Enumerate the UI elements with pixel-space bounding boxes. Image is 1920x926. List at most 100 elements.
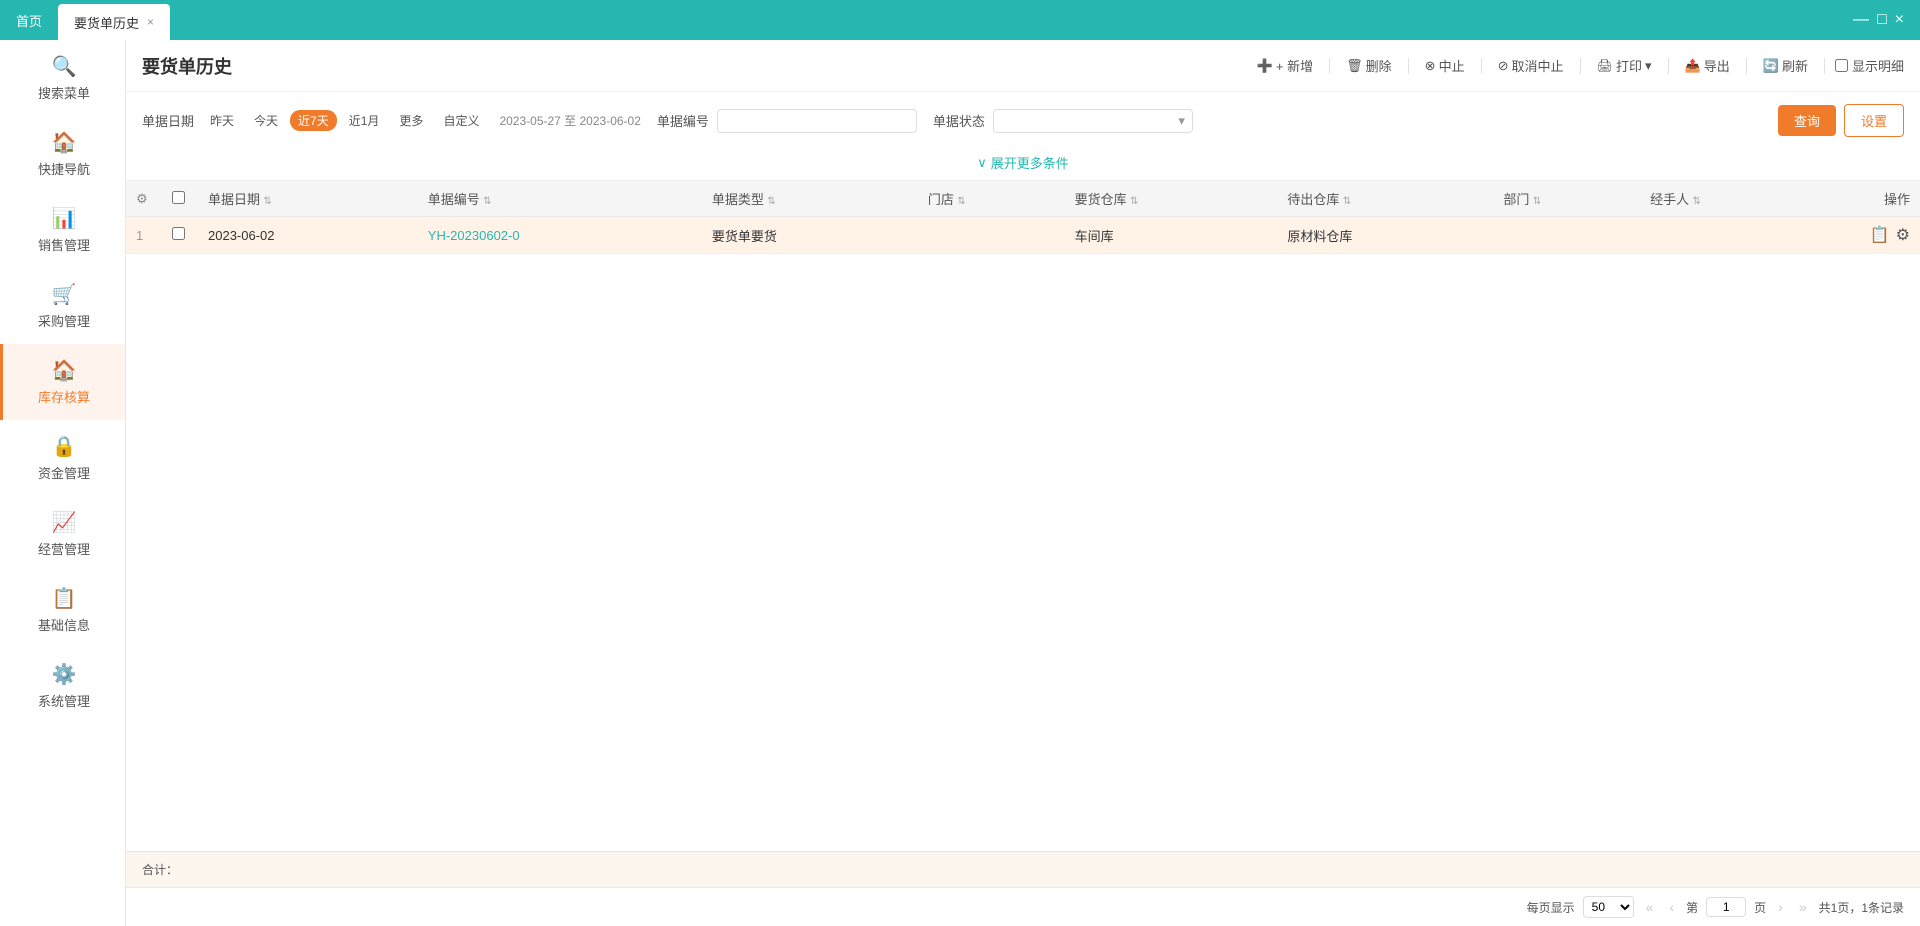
date-btn-1month[interactable]: 近1月: [341, 110, 388, 131]
doc-number-link[interactable]: YH-20230602-0: [428, 228, 520, 243]
page-title: 要货单历史: [142, 53, 232, 79]
first-page-button[interactable]: «: [1642, 897, 1658, 917]
prev-page-button[interactable]: ‹: [1665, 897, 1678, 917]
th-doc-date[interactable]: 单据日期 ⇅: [198, 181, 418, 217]
row-checkbox[interactable]: [172, 227, 185, 240]
query-button[interactable]: 查询: [1778, 105, 1836, 136]
expand-more[interactable]: ∨ 展开更多条件: [142, 147, 1904, 180]
table-body: 1 2023-06-02 YH-20230602-0 要货单要货: [126, 217, 1920, 254]
divider-6: [1746, 58, 1747, 74]
page-input[interactable]: [1706, 897, 1746, 917]
doc-number-label: 单据编号: [657, 111, 709, 130]
delete-button[interactable]: 🗑 删除: [1340, 52, 1398, 79]
sidebar-item-finance[interactable]: 🔒 资金管理: [0, 420, 125, 496]
date-btn-today[interactable]: 今天: [246, 110, 286, 131]
footer: 合计：: [126, 851, 1920, 887]
page-header: 要货单历史 ➕ + 新增 🗑 删除 ⊗ 中止 ⊘: [126, 40, 1920, 92]
date-btn-custom[interactable]: 自定义: [435, 110, 487, 131]
cell-doc-number: YH-20230602-0: [418, 217, 702, 254]
table-settings-icon[interactable]: ⚙: [136, 191, 148, 206]
sidebar-item-search[interactable]: 🔍 搜索菜单: [0, 40, 125, 116]
display-detail-checkbox[interactable]: 显示明细: [1835, 56, 1904, 75]
expand-more-label: 展开更多条件: [991, 153, 1069, 172]
divider-3: [1481, 58, 1482, 74]
print-label: 打印: [1616, 56, 1642, 75]
th-department-label: 部门: [1503, 192, 1529, 207]
display-detail-input[interactable]: [1835, 59, 1848, 72]
export-icon: 📤: [1685, 58, 1701, 74]
new-button[interactable]: ➕ + 新增: [1251, 52, 1319, 79]
finance-icon: 🔒: [52, 434, 77, 459]
doc-type-value: 要货单要货: [712, 229, 777, 244]
th-department[interactable]: 部门 ⇅: [1493, 181, 1640, 217]
sidebar-item-label: 搜索菜单: [38, 83, 90, 102]
date-btn-yesterday[interactable]: 昨天: [202, 110, 242, 131]
doc-status-label: 单据状态: [933, 111, 985, 130]
sidebar: 🔍 搜索菜单 🏠 快捷导航 📊 销售管理 🛒 采购管理 🏠 库存核算 🔒 资金管…: [0, 40, 126, 926]
stop-icon: ⊗: [1425, 58, 1436, 74]
th-doc-number-label: 单据编号: [428, 192, 480, 207]
edit-icon[interactable]: ⚙: [1896, 225, 1910, 245]
purchase-icon: 🛒: [52, 282, 77, 307]
cancel-stop-button[interactable]: ⊘ 取消中止: [1492, 52, 1570, 79]
cell-num: 1: [126, 217, 162, 254]
doc-status-select[interactable]: [993, 109, 1193, 133]
tab-home[interactable]: 首页: [0, 0, 58, 40]
display-detail-label: 显示明细: [1852, 56, 1904, 75]
th-doc-number[interactable]: 单据编号 ⇅: [418, 181, 702, 217]
th-store[interactable]: 门店 ⇅: [918, 181, 1065, 217]
th-doc-type[interactable]: 单据类型 ⇅: [702, 181, 918, 217]
new-icon: ➕: [1257, 58, 1273, 74]
maximize-button[interactable]: □: [1877, 11, 1887, 29]
sidebar-item-label: 系统管理: [38, 691, 90, 710]
doc-number-input[interactable]: [717, 109, 917, 133]
cell-handler: [1640, 217, 1820, 254]
sidebar-item-system[interactable]: ⚙️ 系统管理: [0, 648, 125, 724]
date-filter-group: 单据日期 昨天 今天 近7天 近1月 更多 自定义 2023-05-27 至 2…: [142, 110, 641, 131]
export-button[interactable]: 📤 导出: [1679, 52, 1736, 79]
sidebar-item-inventory[interactable]: 🏠 库存核算: [0, 344, 125, 420]
th-handler[interactable]: 经手人 ⇅: [1640, 181, 1820, 217]
view-icon[interactable]: 📋: [1870, 225, 1890, 245]
th-settings[interactable]: ⚙: [126, 181, 162, 217]
sidebar-item-sales[interactable]: 📊 销售管理: [0, 192, 125, 268]
divider-2: [1408, 58, 1409, 74]
th-req-warehouse[interactable]: 要货仓库 ⇅: [1065, 181, 1278, 217]
doc-number-filter-group: 单据编号: [657, 109, 917, 133]
footer-total: 合计：: [142, 861, 178, 878]
th-pending-warehouse[interactable]: 待出仓库 ⇅: [1277, 181, 1493, 217]
window-close-button[interactable]: ×: [1895, 11, 1904, 29]
filter-area: 单据日期 昨天 今天 近7天 近1月 更多 自定义 2023-05-27 至 2…: [126, 92, 1920, 181]
print-button[interactable]: 🖨 打印 ▾: [1591, 52, 1658, 79]
tab-close-icon[interactable]: ×: [147, 15, 154, 29]
th-pending-warehouse-label: 待出仓库: [1287, 192, 1339, 207]
date-btn-7days[interactable]: 近7天: [290, 110, 337, 131]
inventory-icon: 🏠: [52, 358, 77, 383]
th-operations: 操作: [1820, 181, 1920, 217]
cell-checkbox: [162, 217, 198, 254]
sidebar-item-label: 销售管理: [38, 235, 90, 254]
page-size-select[interactable]: 10 20 50 100: [1583, 896, 1634, 918]
quick-nav-icon: 🏠: [52, 130, 77, 155]
refresh-button[interactable]: 🔄 刷新: [1757, 52, 1814, 79]
th-store-label: 门店: [928, 192, 954, 207]
tab-active[interactable]: 要货单历史 ×: [58, 4, 170, 40]
total-info: 共1页，1条记录: [1819, 899, 1904, 916]
select-all-checkbox[interactable]: [172, 191, 185, 204]
sidebar-item-label: 快捷导航: [38, 159, 90, 178]
sidebar-item-label: 采购管理: [38, 311, 90, 330]
next-page-button[interactable]: ›: [1774, 897, 1787, 917]
stop-button[interactable]: ⊗ 中止: [1419, 52, 1471, 79]
th-checkbox: [162, 181, 198, 217]
settings-button[interactable]: 设置: [1844, 104, 1904, 137]
sidebar-item-purchase[interactable]: 🛒 采购管理: [0, 268, 125, 344]
cell-doc-type: 要货单要货: [702, 217, 918, 254]
system-icon: ⚙️: [52, 662, 77, 687]
minimize-button[interactable]: —: [1853, 11, 1869, 29]
date-btn-more[interactable]: 更多: [391, 110, 431, 131]
last-page-button[interactable]: »: [1795, 897, 1811, 917]
sidebar-item-operation[interactable]: 📈 经营管理: [0, 496, 125, 572]
topbar-actions: — □ ×: [1853, 11, 1920, 29]
sidebar-item-basic-info[interactable]: 📋 基础信息: [0, 572, 125, 648]
sidebar-item-quick-nav[interactable]: 🏠 快捷导航: [0, 116, 125, 192]
